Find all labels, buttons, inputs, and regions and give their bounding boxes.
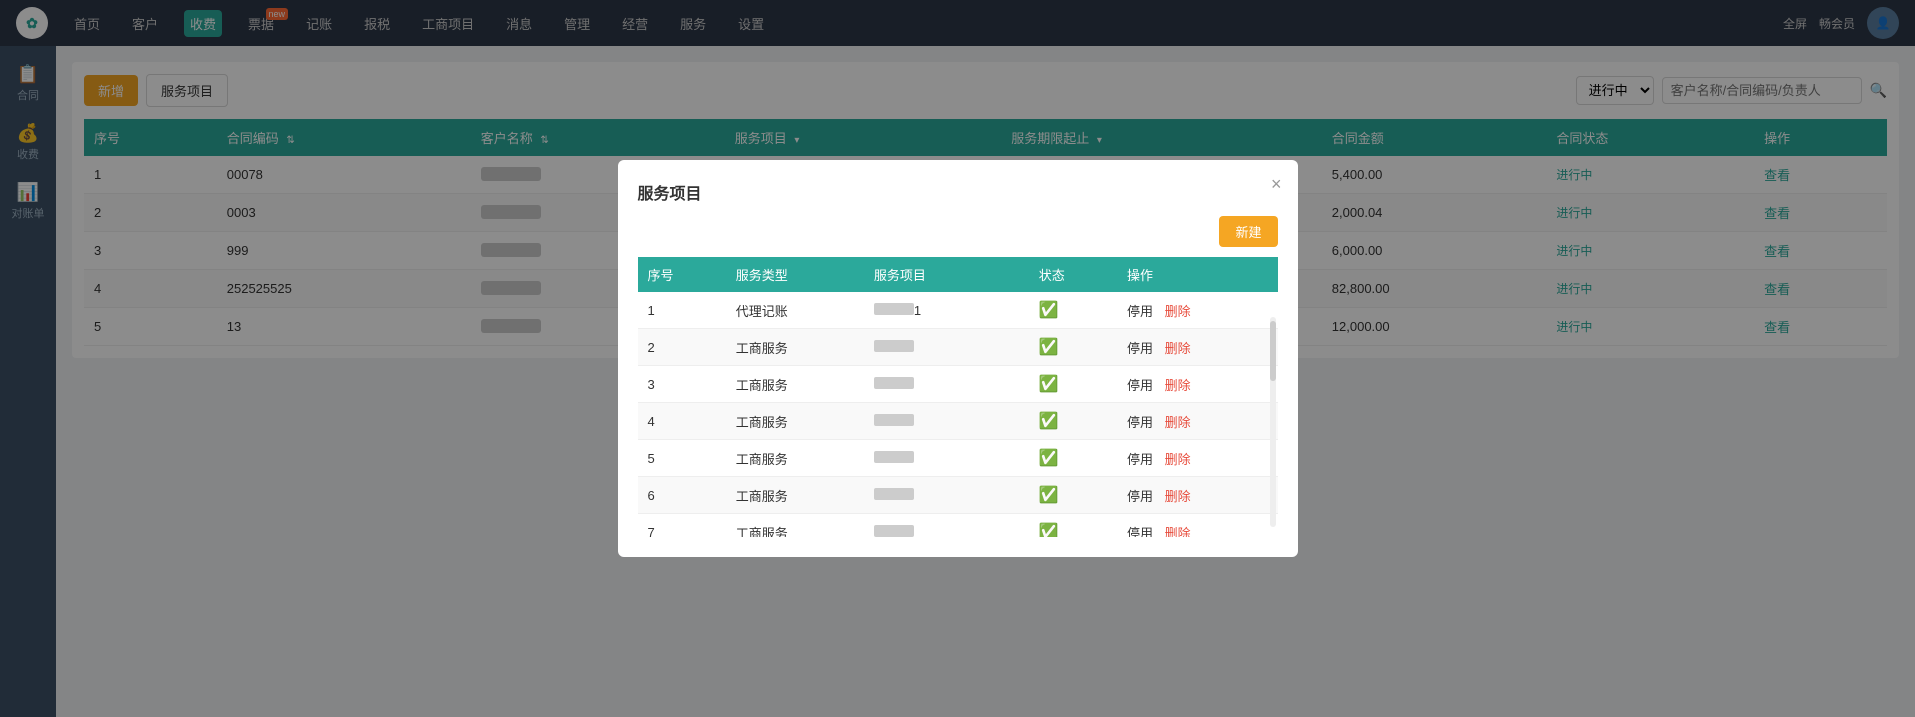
status-check-icon: ✅ <box>1039 413 1059 430</box>
scrollbar-thumb <box>1270 321 1276 381</box>
delete-button[interactable]: 删除 <box>1165 489 1191 504</box>
delete-button[interactable]: 删除 <box>1165 378 1191 393</box>
modal-cell-status: ✅ <box>1029 403 1117 440</box>
stop-button[interactable]: 停用 <box>1127 415 1153 430</box>
modal-cell-item <box>864 403 1029 440</box>
modal-table-row: 1 代理记账 1 ✅ 停用 删除 <box>638 292 1278 329</box>
delete-button[interactable]: 删除 <box>1165 341 1191 356</box>
modal-cell-action: 停用 删除 <box>1117 292 1277 329</box>
delete-button[interactable]: 删除 <box>1165 415 1191 430</box>
modal-cell-item <box>864 514 1029 538</box>
modal-col-action: 操作 <box>1117 257 1277 292</box>
stop-button[interactable]: 停用 <box>1127 341 1153 356</box>
delete-button[interactable]: 删除 <box>1165 452 1191 467</box>
status-check-icon: ✅ <box>1039 450 1059 467</box>
modal-cell-type: 工商服务 <box>726 514 864 538</box>
modal-col-item: 服务项目 <box>864 257 1029 292</box>
modal-cell-seq: 6 <box>638 477 726 514</box>
modal-cell-action: 停用 删除 <box>1117 440 1277 477</box>
modal-cell-type: 工商服务 <box>726 366 864 403</box>
stop-button[interactable]: 停用 <box>1127 452 1153 467</box>
modal-cell-status: ✅ <box>1029 514 1117 538</box>
status-check-icon: ✅ <box>1039 487 1059 504</box>
modal-cell-type: 工商服务 <box>726 403 864 440</box>
modal-cell-type: 代理记账 <box>726 292 864 329</box>
modal-cell-action: 停用 删除 <box>1117 329 1277 366</box>
modal-col-seq: 序号 <box>638 257 726 292</box>
modal-cell-type: 工商服务 <box>726 329 864 366</box>
modal-cell-status: ✅ <box>1029 292 1117 329</box>
status-check-icon: ✅ <box>1039 376 1059 393</box>
stop-button[interactable]: 停用 <box>1127 526 1153 538</box>
modal-cell-seq: 5 <box>638 440 726 477</box>
modal-cell-status: ✅ <box>1029 477 1117 514</box>
modal-close-button[interactable]: × <box>1271 174 1282 195</box>
delete-button[interactable]: 删除 <box>1165 304 1191 319</box>
modal-table-row: 3 工商服务 ✅ 停用 删除 <box>638 366 1278 403</box>
modal-table: 序号 服务类型 服务项目 状态 操作 1 代理记账 1 ✅ 停用 删除 2 工商… <box>638 257 1278 537</box>
modal-cell-action: 停用 删除 <box>1117 477 1277 514</box>
modal-cell-item <box>864 366 1029 403</box>
modal-cell-action: 停用 删除 <box>1117 403 1277 440</box>
status-check-icon: ✅ <box>1039 339 1059 356</box>
modal-table-row: 4 工商服务 ✅ 停用 删除 <box>638 403 1278 440</box>
modal-col-status: 状态 <box>1029 257 1117 292</box>
stop-button[interactable]: 停用 <box>1127 489 1153 504</box>
modal-table-row: 2 工商服务 ✅ 停用 删除 <box>638 329 1278 366</box>
scrollbar-track <box>1270 317 1276 527</box>
stop-button[interactable]: 停用 <box>1127 378 1153 393</box>
modal-table-row: 7 工商服务 ✅ 停用 删除 <box>638 514 1278 538</box>
modal-cell-status: ✅ <box>1029 440 1117 477</box>
modal-cell-status: ✅ <box>1029 366 1117 403</box>
modal-cell-item <box>864 329 1029 366</box>
stop-button[interactable]: 停用 <box>1127 304 1153 319</box>
modal-cell-status: ✅ <box>1029 329 1117 366</box>
modal-cell-seq: 3 <box>638 366 726 403</box>
delete-button[interactable]: 删除 <box>1165 526 1191 538</box>
modal-cell-type: 工商服务 <box>726 477 864 514</box>
modal-cell-action: 停用 删除 <box>1117 366 1277 403</box>
modal-table-row: 6 工商服务 ✅ 停用 删除 <box>638 477 1278 514</box>
modal-col-type: 服务类型 <box>726 257 864 292</box>
modal-cell-item <box>864 440 1029 477</box>
status-check-icon: ✅ <box>1039 524 1059 537</box>
modal-cell-item <box>864 477 1029 514</box>
modal-cell-action: 停用 删除 <box>1117 514 1277 538</box>
status-check-icon: ✅ <box>1039 302 1059 319</box>
modal-overlay[interactable]: 服务项目 × 新建 序号 服务类型 服务项目 状态 操作 1 代理记账 <box>0 0 1915 717</box>
modal-cell-seq: 1 <box>638 292 726 329</box>
modal-cell-seq: 7 <box>638 514 726 538</box>
modal-title: 服务项目 <box>638 180 1278 204</box>
modal-new-button[interactable]: 新建 <box>1219 216 1277 247</box>
modal-cell-seq: 2 <box>638 329 726 366</box>
service-items-modal: 服务项目 × 新建 序号 服务类型 服务项目 状态 操作 1 代理记账 <box>618 160 1298 557</box>
modal-table-row: 5 工商服务 ✅ 停用 删除 <box>638 440 1278 477</box>
modal-cell-seq: 4 <box>638 403 726 440</box>
modal-body: 序号 服务类型 服务项目 状态 操作 1 代理记账 1 ✅ 停用 删除 2 工商… <box>638 257 1278 537</box>
modal-cell-type: 工商服务 <box>726 440 864 477</box>
modal-cell-item: 1 <box>864 292 1029 329</box>
modal-toolbar: 新建 <box>638 216 1278 247</box>
